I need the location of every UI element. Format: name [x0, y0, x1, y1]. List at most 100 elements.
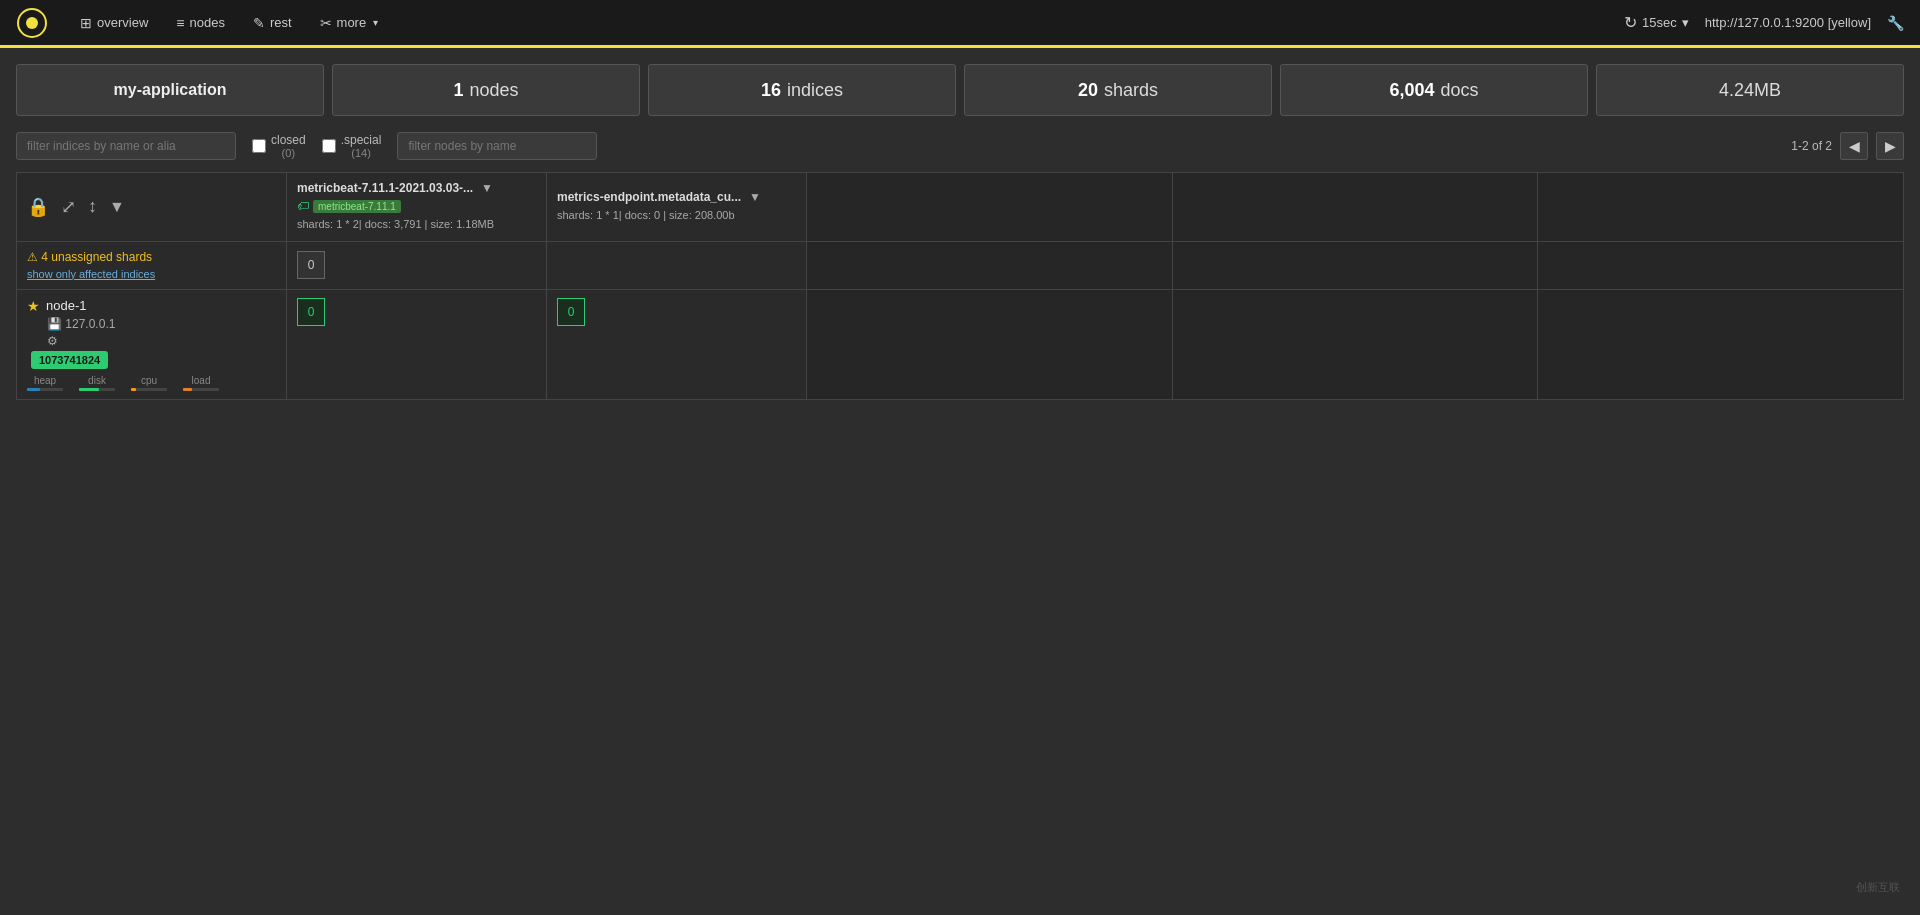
indices-count: 16 — [761, 80, 781, 101]
special-checkbox[interactable] — [322, 139, 336, 153]
node-metrics: heap disk cpu — [27, 375, 276, 391]
main-content: my-application 1 nodes 16 indices 20 sha… — [0, 48, 1920, 416]
refresh-icon: ↻ — [1624, 13, 1637, 32]
refresh-selector[interactable]: ↻ 15sec ▾ — [1624, 13, 1689, 32]
cpu-bar-fill — [131, 388, 136, 391]
nav-more[interactable]: ✂ more ▾ — [308, 9, 391, 37]
docs-label: docs — [1441, 80, 1479, 101]
index1-header: metricbeat-7.11.1-2021.03.03-... ▼ 🏷 met… — [287, 173, 547, 242]
next-icon: ▶ — [1885, 138, 1896, 154]
ip-icon: 💾 — [47, 317, 62, 331]
stat-indices: 16 indices — [648, 64, 956, 116]
star-icon: ★ — [27, 298, 40, 314]
shards-grid: 🔒 ⤢ ↕ ▼ metricbeat-7.11.1-2021.03.03-...… — [16, 172, 1904, 400]
load-label: load — [192, 375, 211, 386]
nav-nodes[interactable]: ≡ nodes — [164, 9, 237, 37]
ip-value: 127.0.0.1 — [65, 317, 115, 331]
index1-dropdown-arrow[interactable]: ▼ — [481, 181, 493, 195]
unassigned-shard1-cell: 0 — [287, 241, 547, 289]
wrench-icon[interactable]: 🔧 — [1887, 15, 1904, 31]
unassigned-row: ⚠ 4 unassigned shards show only affected… — [17, 241, 1904, 289]
heap-label: heap — [34, 375, 56, 386]
index2-meta: shards: 1 * 1| docs: 0 | size: 208.00b — [557, 207, 796, 224]
unassigned-shard2-cell — [547, 241, 807, 289]
app-logo[interactable] — [16, 7, 48, 39]
lock-icon[interactable]: 🔒 — [27, 196, 49, 218]
special-checkbox-label[interactable]: .special (14) — [322, 133, 382, 159]
sort-az-icon[interactable]: ↕ — [88, 196, 97, 217]
unassigned-empty3 — [807, 241, 1173, 289]
closed-checkbox[interactable] — [252, 139, 266, 153]
unassigned-shard-num: 0 — [308, 258, 315, 272]
next-page-button[interactable]: ▶ — [1876, 132, 1904, 160]
top-navigation: ⊞ overview ≡ nodes ✎ rest ✂ more ▾ ↻ 15s… — [0, 0, 1920, 48]
node-shard-box-1: 0 — [297, 298, 325, 326]
nav-overview[interactable]: ⊞ overview — [68, 9, 160, 37]
nav-rest[interactable]: ✎ rest — [241, 9, 304, 37]
unassigned-text: 4 unassigned shards — [41, 250, 152, 264]
filter-indices-input[interactable] — [16, 132, 236, 160]
unassigned-empty4 — [1172, 241, 1538, 289]
size-value: 4.24MB — [1719, 80, 1781, 101]
node-cell: ★ node-1 💾 127.0.0.1 ⚙ 1073741824 heap — [17, 289, 287, 399]
node-shard-index2-cell: 0 — [547, 289, 807, 399]
stat-shards: 20 shards — [964, 64, 1272, 116]
node-empty4 — [1172, 289, 1538, 399]
load-bar-fill — [183, 388, 192, 391]
nodes-icon: ≡ — [176, 15, 184, 31]
node-shard-box-2: 0 — [557, 298, 585, 326]
tag-icon: 🏷 — [297, 199, 309, 213]
closed-checkbox-label[interactable]: closed (0) — [252, 133, 306, 159]
stats-row: my-application 1 nodes 16 indices 20 sha… — [16, 64, 1904, 116]
empty-col-5 — [1538, 173, 1904, 242]
node-empty5 — [1538, 289, 1904, 399]
disk-bar — [79, 388, 115, 391]
stat-size: 4.24MB — [1596, 64, 1904, 116]
nav-nodes-label: nodes — [189, 15, 224, 30]
unassigned-empty5 — [1538, 241, 1904, 289]
index1-tag: metricbeat-7.11.1 — [313, 200, 401, 213]
indices-label: indices — [787, 80, 843, 101]
store-icon: ⚙ — [47, 334, 58, 348]
disk-label: disk — [88, 375, 106, 386]
index1-meta: shards: 1 * 2| docs: 3,791 | size: 1.18M… — [297, 216, 494, 233]
nodes-count: 1 — [453, 80, 463, 101]
closed-label: closed — [271, 133, 306, 147]
overview-icon: ⊞ — [80, 15, 92, 31]
stat-nodes: 1 nodes — [332, 64, 640, 116]
expand-icon[interactable]: ⤢ — [61, 196, 76, 218]
stat-docs: 6,004 docs — [1280, 64, 1588, 116]
empty-col-4 — [1172, 173, 1538, 242]
index1-name: metricbeat-7.11.1-2021.03.03-... — [297, 181, 473, 195]
heap-metric: heap — [27, 375, 63, 391]
node-id-badge: 1073741824 — [31, 351, 108, 369]
index2-name: metrics-endpoint.metadata_cu... — [557, 190, 741, 204]
sort-dropdown-icon[interactable]: ▼ — [109, 198, 125, 216]
filter-row: closed (0) .special (14) 1-2 of 2 ◀ ▶ — [16, 132, 1904, 160]
empty-col-3 — [807, 173, 1173, 242]
nav-overview-label: overview — [97, 15, 148, 30]
nav-items: ⊞ overview ≡ nodes ✎ rest ✂ more ▾ — [68, 9, 1624, 37]
node-shard-1-num: 0 — [308, 305, 315, 319]
unassigned-label: ⚠ 4 unassigned shards — [27, 250, 276, 264]
filter-nodes-input[interactable] — [397, 132, 597, 160]
refresh-dropdown-icon: ▾ — [1682, 15, 1689, 30]
node-store: ⚙ — [47, 334, 276, 348]
disk-bar-fill — [79, 388, 99, 391]
cpu-label: cpu — [141, 375, 157, 386]
node-ip: 💾 127.0.0.1 — [47, 317, 276, 331]
shards-count: 20 — [1078, 80, 1098, 101]
stat-appname: my-application — [16, 64, 324, 116]
nav-right: ↻ 15sec ▾ http://127.0.0.1:9200 [yellow]… — [1624, 13, 1904, 32]
warning-icon: ⚠ — [27, 250, 38, 264]
special-label: .special — [341, 133, 382, 147]
docs-count: 6,004 — [1389, 80, 1434, 101]
index2-dropdown-arrow[interactable]: ▼ — [749, 190, 761, 204]
prev-page-button[interactable]: ◀ — [1840, 132, 1868, 160]
rest-icon: ✎ — [253, 15, 265, 31]
index2-header: metrics-endpoint.metadata_cu... ▼ shards… — [547, 173, 807, 242]
more-dropdown-icon: ▾ — [373, 17, 378, 28]
affected-link[interactable]: show only affected indices — [27, 268, 155, 280]
heap-bar-fill — [27, 388, 40, 391]
node-shard-2-num: 0 — [568, 305, 575, 319]
